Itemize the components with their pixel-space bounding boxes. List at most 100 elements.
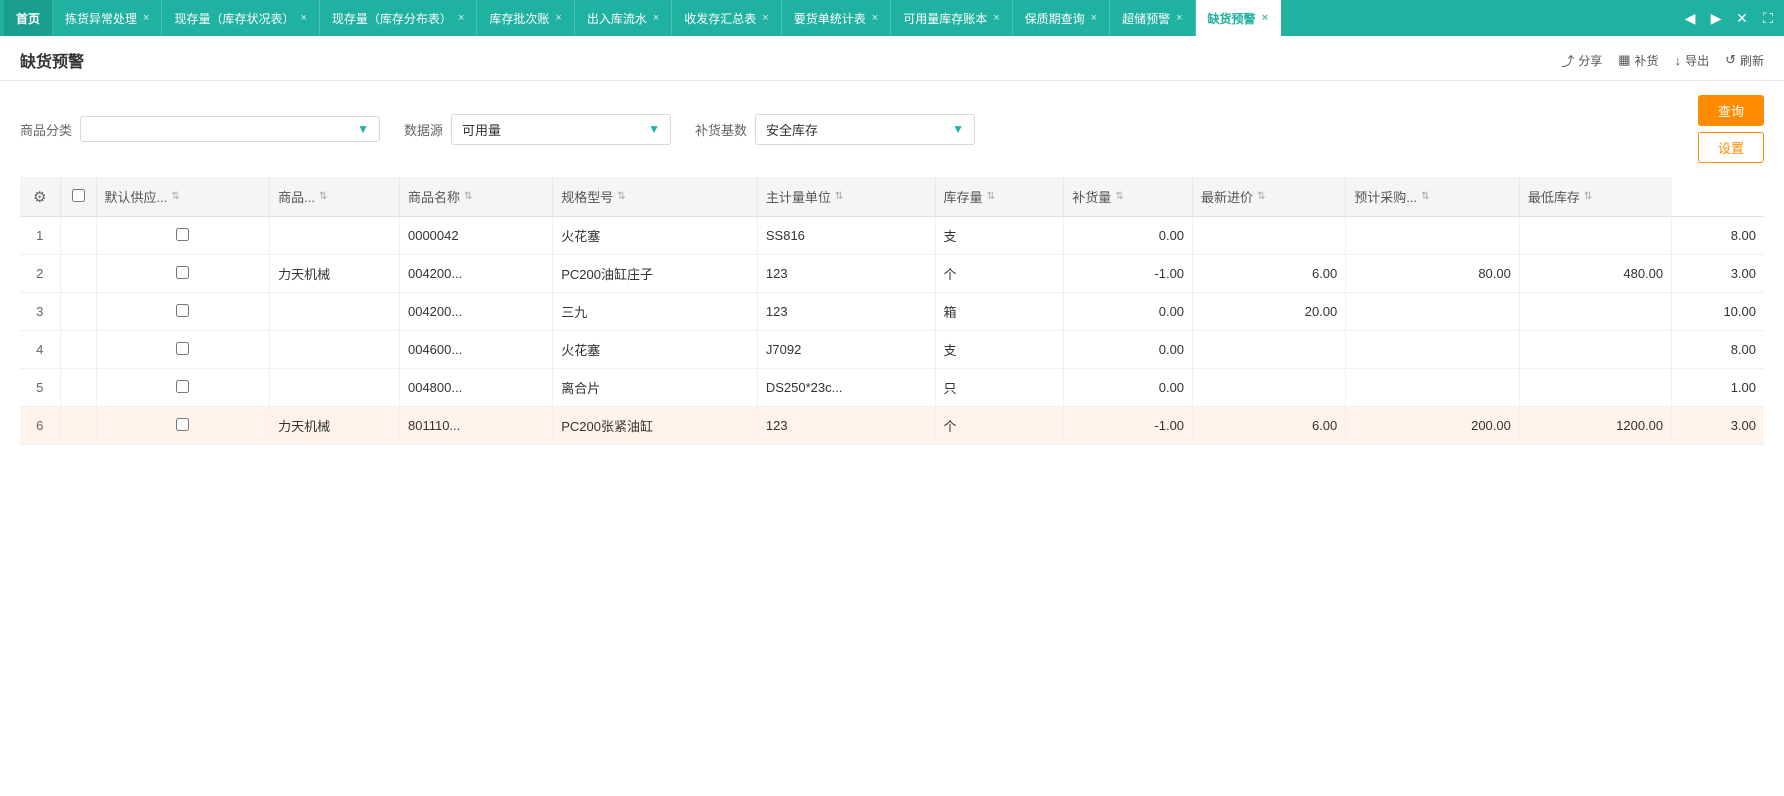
row-checkbox[interactable] xyxy=(176,228,189,241)
tab-prev-button[interactable]: ◀ xyxy=(1678,6,1702,30)
refresh-button[interactable]: ↺ 刷新 xyxy=(1725,52,1764,69)
tab-close-flow[interactable]: × xyxy=(653,12,659,24)
tab-inventory-dist[interactable]: 现存量（库存分布表） × xyxy=(320,0,477,36)
row-supplier xyxy=(270,331,400,369)
row-checkbox[interactable] xyxy=(176,380,189,393)
th-name[interactable]: 商品名称 ⇅ xyxy=(399,177,552,217)
row-number: 2 xyxy=(20,255,60,293)
tab-shortage[interactable]: 缺货预警 × xyxy=(1196,0,1281,36)
sort-stock[interactable]: 库存量 ⇅ xyxy=(944,187,995,206)
tab-close-order-stat[interactable]: × xyxy=(872,12,878,24)
row-replenish xyxy=(1193,369,1346,407)
tab-close-abnormal[interactable]: × xyxy=(143,12,149,24)
tab-close-inventory-status[interactable]: × xyxy=(300,12,306,24)
table-body: 1 0000042 火花塞 SS816 支 0.00 8.00 2 力天机械 0… xyxy=(20,217,1764,445)
th-supplier[interactable]: 默认供应... ⇅ xyxy=(96,177,270,217)
sort-replenish-icon: ⇅ xyxy=(1115,191,1123,202)
row-checkbox[interactable] xyxy=(176,418,189,431)
tab-receipt[interactable]: 收发存汇总表 × xyxy=(672,0,781,36)
settings-gear-icon[interactable]: ⚙ xyxy=(33,189,46,206)
row-checkbox-cell[interactable] xyxy=(96,369,270,407)
row-checkbox-cell[interactable] xyxy=(96,255,270,293)
tab-next-button[interactable]: ▶ xyxy=(1704,6,1728,30)
sort-code[interactable]: 商品... ⇅ xyxy=(278,187,327,206)
row-checkbox[interactable] xyxy=(176,304,189,317)
export-button[interactable]: ↓ 导出 xyxy=(1675,52,1710,69)
tab-close-expiry[interactable]: × xyxy=(1091,12,1097,24)
th-unit[interactable]: 主计量单位 ⇅ xyxy=(757,177,935,217)
tab-close-inventory-dist[interactable]: × xyxy=(458,12,464,24)
tab-close-all-button[interactable]: ✕ xyxy=(1730,6,1754,30)
sort-unit[interactable]: 主计量单位 ⇅ xyxy=(766,187,843,206)
th-replenish[interactable]: 补货量 ⇅ xyxy=(1064,177,1193,217)
row-checkbox[interactable] xyxy=(176,266,189,279)
sort-stock-icon: ⇅ xyxy=(987,191,995,202)
page-title: 缺货预警 xyxy=(20,48,84,72)
row-settings-cell xyxy=(60,407,96,445)
tab-close-receipt[interactable]: × xyxy=(762,12,768,24)
tab-overstock[interactable]: 超储预警 × xyxy=(1110,0,1195,36)
replenish-select[interactable]: 安全库存 ▼ xyxy=(755,114,975,145)
tab-abnormal[interactable]: 拣货异常处理 × xyxy=(53,0,162,36)
table-header-row: ⚙ 默认供应... ⇅ 商品... ⇅ xyxy=(20,177,1764,217)
row-checkbox-cell[interactable] xyxy=(96,217,270,255)
tab-close-overstock[interactable]: × xyxy=(1176,12,1182,24)
category-chevron-icon: ▼ xyxy=(357,122,369,136)
row-code: 004200... xyxy=(399,293,552,331)
row-checkbox[interactable] xyxy=(176,342,189,355)
settings-button[interactable]: 设置 xyxy=(1698,132,1764,163)
share-icon: ⤴ xyxy=(1561,51,1574,70)
datasource-label: 数据源 xyxy=(404,120,443,139)
row-settings-cell xyxy=(60,369,96,407)
th-est-purchase[interactable]: 预计采购... ⇅ xyxy=(1346,177,1520,217)
row-unit: 个 xyxy=(935,255,1064,293)
category-select[interactable]: ▼ xyxy=(80,116,380,142)
sort-min-stock[interactable]: 最低库存 ⇅ xyxy=(1528,187,1592,206)
table-row: 5 004800... 离合片 DS250*23c... 只 0.00 1.00 xyxy=(20,369,1764,407)
query-button[interactable]: 查询 xyxy=(1698,95,1764,126)
row-settings-cell xyxy=(60,217,96,255)
row-number: 4 xyxy=(20,331,60,369)
row-stock: 0.00 xyxy=(1064,293,1193,331)
row-checkbox-cell[interactable] xyxy=(96,331,270,369)
datasource-select[interactable]: 可用量 ▼ xyxy=(451,114,671,145)
select-all-checkbox[interactable] xyxy=(72,189,85,202)
sort-replenish[interactable]: 补货量 ⇅ xyxy=(1072,187,1123,206)
th-stock[interactable]: 库存量 ⇅ xyxy=(935,177,1064,217)
th-checkbox[interactable] xyxy=(60,177,96,217)
datasource-value: 可用量 xyxy=(462,120,501,139)
tab-order-stat[interactable]: 要货单统计表 × xyxy=(782,0,891,36)
row-checkbox-cell[interactable] xyxy=(96,407,270,445)
tab-home[interactable]: 首页 xyxy=(4,0,53,36)
tab-fullscreen-button[interactable]: ⛶ xyxy=(1756,6,1780,30)
sort-spec[interactable]: 规格型号 ⇅ xyxy=(561,187,625,206)
tab-flow[interactable]: 出入库流水 × xyxy=(575,0,672,36)
row-unit: 支 xyxy=(935,217,1064,255)
tab-available[interactable]: 可用量库存账本 × xyxy=(891,0,1012,36)
tab-close-batch-account[interactable]: × xyxy=(555,12,561,24)
tab-inventory-status[interactable]: 现存量（库存状况表） × xyxy=(162,0,319,36)
tab-close-shortage[interactable]: × xyxy=(1262,12,1268,24)
row-checkbox-cell[interactable] xyxy=(96,293,270,331)
row-min-stock: 3.00 xyxy=(1672,407,1764,445)
sort-est-purchase[interactable]: 预计采购... ⇅ xyxy=(1354,187,1429,206)
th-latest-price[interactable]: 最新进价 ⇅ xyxy=(1193,177,1346,217)
th-code[interactable]: 商品... ⇅ xyxy=(270,177,400,217)
th-min-stock[interactable]: 最低库存 ⇅ xyxy=(1519,177,1671,217)
sort-supplier[interactable]: 默认供应... ⇅ xyxy=(105,187,180,206)
tab-close-available[interactable]: × xyxy=(993,12,999,24)
row-name: PC200张紧油缸 xyxy=(553,407,758,445)
sort-name[interactable]: 商品名称 ⇅ xyxy=(408,187,472,206)
tab-batch-account[interactable]: 库存批次账 × xyxy=(477,0,574,36)
row-name: 三九 xyxy=(553,293,758,331)
row-min-stock: 10.00 xyxy=(1672,293,1764,331)
header-actions: ⤴ 分享 ▦ 补货 ↓ 导出 ↺ 刷新 xyxy=(1561,51,1764,70)
th-settings[interactable]: ⚙ xyxy=(20,177,60,217)
th-spec[interactable]: 规格型号 ⇅ xyxy=(553,177,758,217)
row-est-purchase: 480.00 xyxy=(1519,255,1671,293)
share-button[interactable]: ⤴ 分享 xyxy=(1561,51,1602,70)
row-replenish: 6.00 xyxy=(1193,407,1346,445)
tab-expiry[interactable]: 保质期查询 × xyxy=(1013,0,1110,36)
replenish-button[interactable]: ▦ 补货 xyxy=(1618,52,1658,69)
sort-latest-price[interactable]: 最新进价 ⇅ xyxy=(1201,187,1265,206)
